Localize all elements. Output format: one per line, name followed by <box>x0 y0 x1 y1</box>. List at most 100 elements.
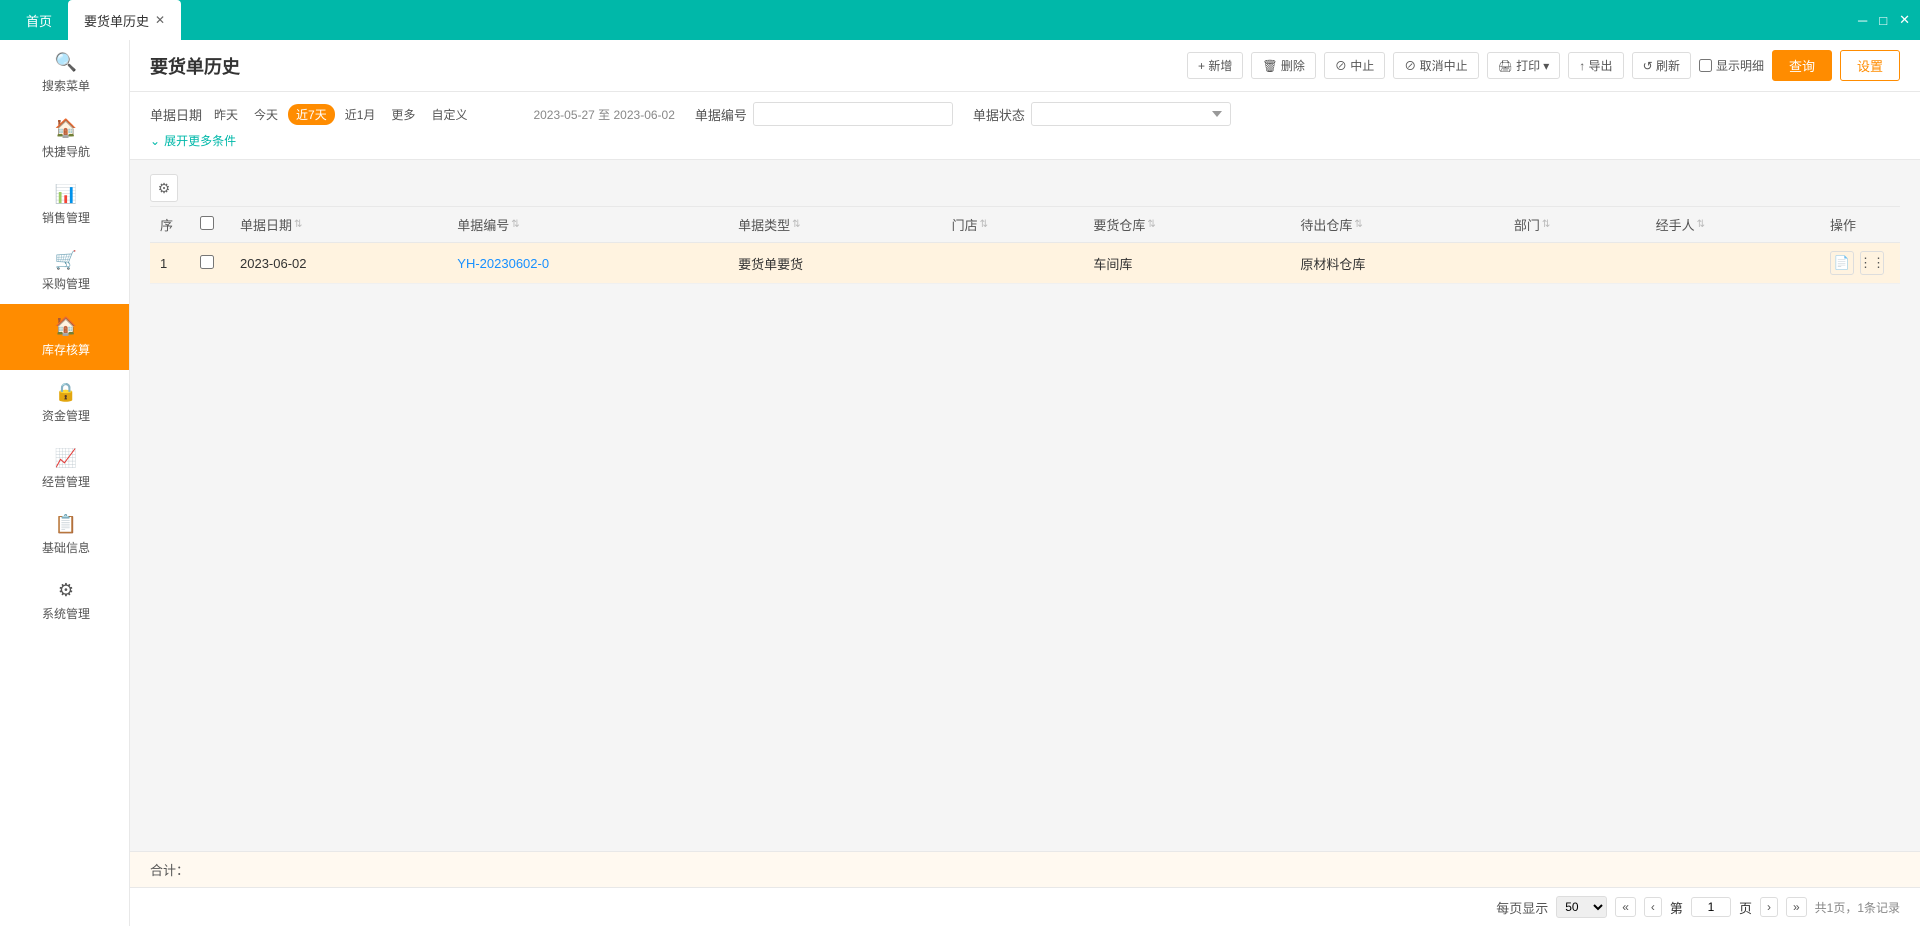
sidebar-item-shortcut-label: 快捷导航 <box>42 143 90 160</box>
sort-store[interactable]: 门店 ⇅ <box>952 215 988 234</box>
sidebar-item-system[interactable]: ⚙ 系统管理 <box>0 568 129 634</box>
delete-button[interactable]: 🗑 删除 <box>1251 52 1316 79</box>
first-page-btn[interactable]: « <box>1615 897 1636 917</box>
cell-pending-warehouse: 原材料仓库 <box>1290 243 1504 284</box>
last-page-btn[interactable]: » <box>1786 897 1807 917</box>
window-close[interactable]: ✕ <box>1899 12 1910 28</box>
sort-department[interactable]: 部门 ⇅ <box>1514 215 1550 234</box>
date-btn-more[interactable]: 更多 <box>385 104 421 125</box>
per-page-select[interactable]: 50 100 <box>1556 896 1607 918</box>
window-controls: ─ □ ✕ <box>1858 12 1910 28</box>
status-select[interactable] <box>1031 102 1231 126</box>
sidebar-item-inventory-label: 库存核算 <box>42 341 90 358</box>
table-settings-btn[interactable]: ⚙ <box>150 174 178 202</box>
cell-checkbox <box>190 243 230 284</box>
th-date[interactable]: 单据日期 ⇅ <box>230 207 447 243</box>
row-ops: 📄 ⋮⋮ <box>1830 251 1890 275</box>
stop-button[interactable]: ⊘ 中止 <box>1324 52 1385 79</box>
search-icon: 🔍 <box>55 52 77 73</box>
cell-department <box>1504 243 1646 284</box>
page-number-input[interactable] <box>1691 897 1731 917</box>
prev-page-btn[interactable]: ‹ <box>1644 897 1662 917</box>
sidebar-item-purchase[interactable]: 🛒 采购管理 <box>0 238 129 304</box>
display-detail-checkbox[interactable] <box>1699 59 1712 72</box>
row-more-btn[interactable]: ⋮⋮ <box>1860 251 1884 275</box>
th-department[interactable]: 部门 ⇅ <box>1504 207 1646 243</box>
sort-icon-doc-type: ⇅ <box>792 219 800 230</box>
export-button[interactable]: ↑ 导出 <box>1568 52 1623 79</box>
select-all-checkbox[interactable] <box>200 216 214 230</box>
th-req-warehouse[interactable]: 要货仓库 ⇅ <box>1083 207 1290 243</box>
sidebar-item-search[interactable]: 🔍 搜索菜单 <box>0 40 129 106</box>
system-icon: ⚙ <box>58 580 74 601</box>
expand-more-btn[interactable]: ⌄ 展开更多条件 <box>150 132 1900 149</box>
next-page-btn[interactable]: › <box>1760 897 1778 917</box>
th-handler[interactable]: 经手人 ⇅ <box>1646 207 1820 243</box>
display-detail-label: 显示明细 <box>1716 57 1764 74</box>
sort-icon-doc-number: ⇅ <box>511 219 519 230</box>
refresh-button[interactable]: ↺ 刷新 <box>1632 52 1691 79</box>
sidebar-item-sales-label: 销售管理 <box>42 209 90 226</box>
sort-icon-store: ⇅ <box>980 219 988 230</box>
th-pending-warehouse[interactable]: 待出仓库 ⇅ <box>1290 207 1504 243</box>
th-department-label: 部门 <box>1514 215 1540 234</box>
date-btn-today[interactable]: 今天 <box>248 104 284 125</box>
pagination: 每页显示 50 100 « ‹ 第 页 › » 共1页，1条记录 <box>130 887 1920 926</box>
print-button[interactable]: 🖨 打印 ▾ <box>1487 52 1561 79</box>
add-button[interactable]: + 新增 <box>1187 52 1243 79</box>
doc-number-link[interactable]: YH-20230602-0 <box>457 256 549 271</box>
sort-date[interactable]: 单据日期 ⇅ <box>240 215 302 234</box>
operations-icon: 📈 <box>55 448 77 469</box>
tab-history-label: 要货单历史 <box>84 11 149 30</box>
row-checkbox[interactable] <box>200 255 214 269</box>
sort-req-warehouse[interactable]: 要货仓库 ⇅ <box>1093 215 1155 234</box>
date-btn-custom[interactable]: 自定义 <box>425 104 473 125</box>
th-checkbox <box>190 207 230 243</box>
th-req-warehouse-label: 要货仓库 <box>1093 215 1145 234</box>
row-edit-btn[interactable]: 📄 <box>1830 251 1854 275</box>
cancel-stop-label: ⊘ 取消中止 <box>1404 57 1467 74</box>
sort-doc-number[interactable]: 单据编号 ⇅ <box>457 215 519 234</box>
cancel-stop-button[interactable]: ⊘ 取消中止 <box>1393 52 1478 79</box>
sidebar: 🔍 搜索菜单 🏠 快捷导航 📊 销售管理 🛒 采购管理 🏠 库存核算 🔒 资金管… <box>0 40 130 926</box>
doc-number-label: 单据编号 <box>695 105 747 124</box>
doc-number-input[interactable] <box>753 102 953 126</box>
sidebar-item-inventory[interactable]: 🏠 库存核算 <box>0 304 129 370</box>
window-minimize[interactable]: ─ <box>1858 13 1867 28</box>
settings-button[interactable]: 设置 <box>1840 50 1900 81</box>
sort-icon-handler: ⇅ <box>1697 219 1705 230</box>
tab-close-icon[interactable]: ✕ <box>155 13 165 27</box>
date-btn-7days[interactable]: 近7天 <box>288 104 335 125</box>
sidebar-item-operations[interactable]: 📈 经营管理 <box>0 436 129 502</box>
query-button[interactable]: 查询 <box>1772 50 1832 81</box>
cart-icon: 🛒 <box>55 250 77 271</box>
tab-history[interactable]: 要货单历史 ✕ <box>68 0 181 40</box>
page-label: 第 <box>1670 898 1683 917</box>
th-actions-label: 操作 <box>1830 218 1856 233</box>
table-body: 1 2023-06-02 YH-20230602-0 要货单要货 车间库 原材料… <box>150 243 1900 284</box>
th-doc-type[interactable]: 单据类型 ⇅ <box>728 207 942 243</box>
sidebar-item-sales[interactable]: 📊 销售管理 <box>0 172 129 238</box>
date-btn-1month[interactable]: 近1月 <box>339 104 382 125</box>
export-label: ↑ 导出 <box>1579 57 1612 74</box>
sidebar-item-basic[interactable]: 📋 基础信息 <box>0 502 129 568</box>
sort-handler[interactable]: 经手人 ⇅ <box>1656 215 1705 234</box>
window-maximize[interactable]: □ <box>1879 13 1887 28</box>
th-store[interactable]: 门店 ⇅ <box>942 207 1084 243</box>
sidebar-item-shortcut[interactable]: 🏠 快捷导航 <box>0 106 129 172</box>
settings-label: 设置 <box>1857 56 1883 75</box>
cell-doc-number: YH-20230602-0 <box>447 243 728 284</box>
th-doc-type-label: 单据类型 <box>738 215 790 234</box>
date-field: 单据日期 昨天 今天 近7天 近1月 更多 自定义 2023-05-27 至 2… <box>150 104 675 125</box>
tab-home[interactable]: 首页 <box>10 0 68 40</box>
th-doc-number[interactable]: 单据编号 ⇅ <box>447 207 728 243</box>
sort-pending-warehouse[interactable]: 待出仓库 ⇅ <box>1300 215 1362 234</box>
th-doc-number-label: 单据编号 <box>457 215 509 234</box>
sort-doc-type[interactable]: 单据类型 ⇅ <box>738 215 800 234</box>
th-date-label: 单据日期 <box>240 215 292 234</box>
sidebar-item-system-label: 系统管理 <box>42 605 90 622</box>
sidebar-item-finance[interactable]: 🔒 资金管理 <box>0 370 129 436</box>
date-btn-yesterday[interactable]: 昨天 <box>208 104 244 125</box>
lock-icon: 🔒 <box>55 382 77 403</box>
search-row: 单据日期 昨天 今天 近7天 近1月 更多 自定义 2023-05-27 至 2… <box>150 102 1900 126</box>
